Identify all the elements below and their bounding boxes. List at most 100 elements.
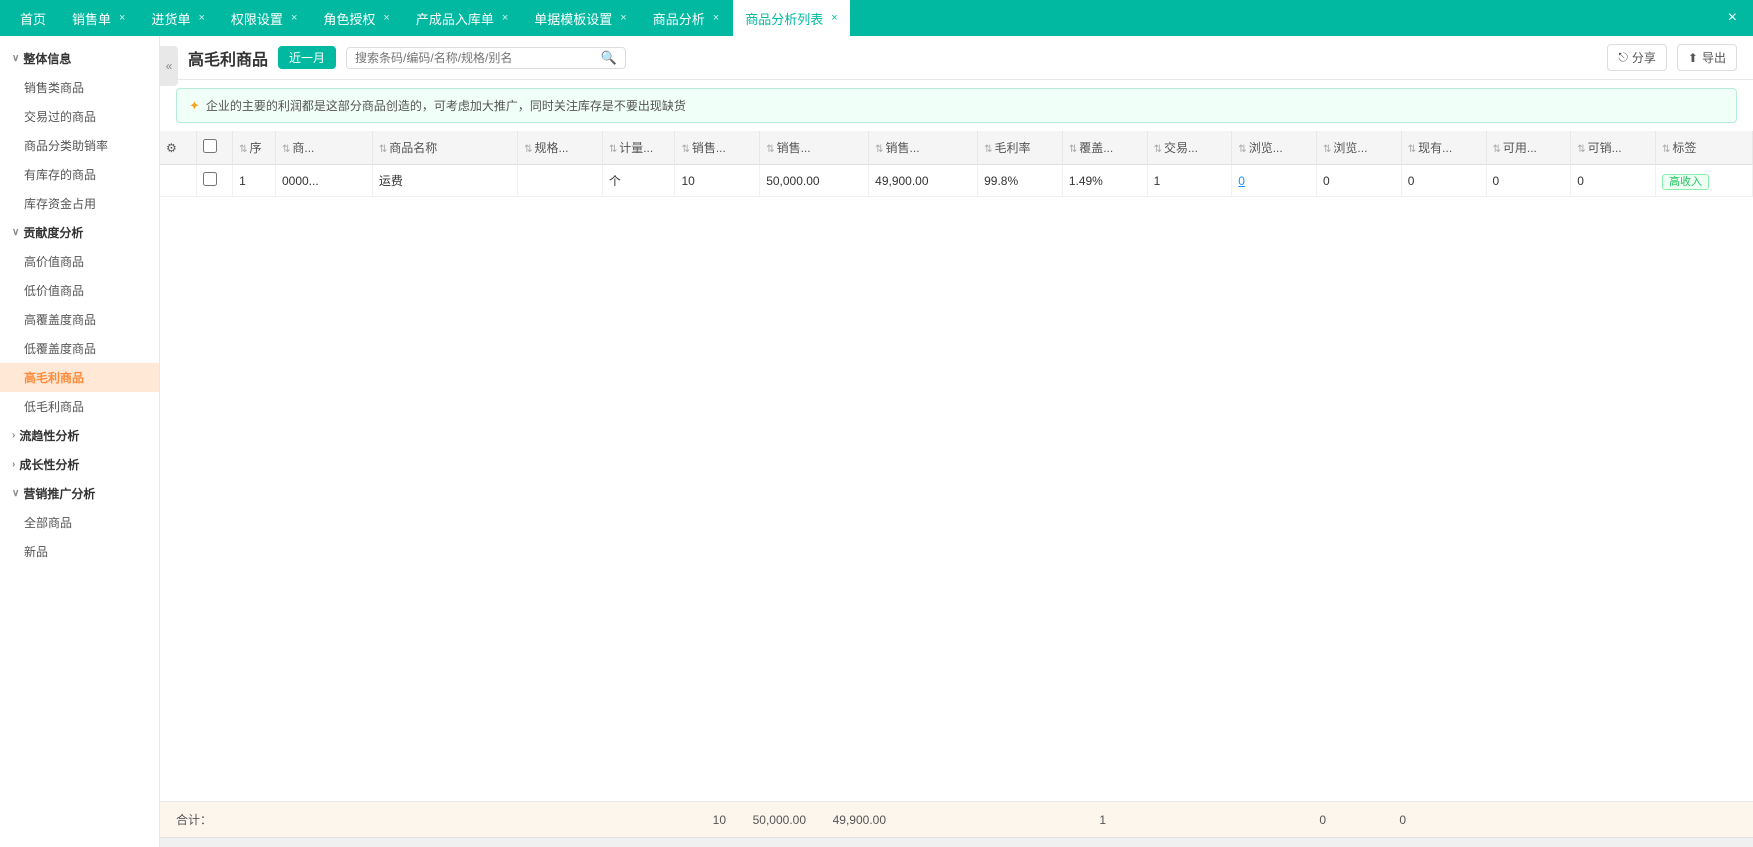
footer-sale-amount: 50,000.00 bbox=[732, 813, 812, 827]
share-button[interactable]: ⎋ 分享 bbox=[1607, 44, 1667, 71]
row-sale-profit: 49,900.00 bbox=[869, 165, 978, 197]
sidebar-item-sales-goods[interactable]: 销售类商品 bbox=[0, 73, 159, 102]
column-gear[interactable]: ⚙ bbox=[160, 131, 196, 165]
sidebar-item-all-goods[interactable]: 全部商品 bbox=[0, 508, 159, 537]
sidebar-item-high-value[interactable]: 高价值商品 bbox=[0, 247, 159, 276]
column-spec[interactable]: ⇅规格... bbox=[518, 131, 603, 165]
footer-label: 合计： bbox=[176, 811, 212, 828]
nav-tab-sales[interactable]: 销售单 × bbox=[60, 0, 137, 36]
export-button[interactable]: ⬆ 导出 bbox=[1677, 44, 1737, 71]
column-sale-qty[interactable]: ⇅销售... bbox=[675, 131, 760, 165]
nav-tab-analysis-close[interactable]: × bbox=[713, 12, 719, 24]
page-title: 高毛利商品 bbox=[188, 46, 268, 70]
nav-tab-sales-close[interactable]: × bbox=[119, 12, 125, 24]
row-current-stock: 0 bbox=[1401, 165, 1486, 197]
column-browse1[interactable]: ⇅浏览... bbox=[1232, 131, 1317, 165]
sidebar-item-traded-goods[interactable]: 交易过的商品 bbox=[0, 102, 159, 131]
sidebar-item-category-sales-rate[interactable]: 商品分类助销率 bbox=[0, 131, 159, 160]
content-header: 高毛利商品 近一月 🔍 ⎋ 分享 ⬆ 导出 bbox=[160, 36, 1753, 80]
table-body: 1 0000... 运费 个 10 50,000.00 49,900.00 99… bbox=[160, 165, 1753, 197]
column-coverage[interactable]: ⇅覆盖... bbox=[1062, 131, 1147, 165]
column-browse2[interactable]: ⇅浏览... bbox=[1317, 131, 1402, 165]
gear-icon[interactable]: ⚙ bbox=[166, 141, 177, 155]
column-gross-margin[interactable]: ⇅毛利率 bbox=[978, 131, 1063, 165]
main-layout: ∨ 整体信息 销售类商品 交易过的商品 商品分类助销率 有库存的商品 库存资金占… bbox=[0, 36, 1753, 847]
top-nav: 首页 销售单 × 进货单 × 权限设置 × 角色授权 × 产成品入库单 × 单据… bbox=[0, 0, 1753, 36]
row-index: 1 bbox=[233, 165, 276, 197]
window-close-button[interactable]: × bbox=[1720, 9, 1745, 27]
search-box: 🔍 bbox=[346, 47, 626, 69]
nav-tab-permission-close[interactable]: × bbox=[291, 12, 297, 24]
sidebar-item-stock-capital[interactable]: 库存资金占用 bbox=[0, 189, 159, 218]
sidebar-collapse-button[interactable]: « bbox=[160, 46, 178, 86]
bottom-scrollbar[interactable] bbox=[160, 837, 1753, 847]
sidebar-item-high-coverage[interactable]: 高覆盖度商品 bbox=[0, 305, 159, 334]
sidebar-group-trend[interactable]: › 流趋性分析 bbox=[0, 421, 159, 450]
nav-tab-product-close[interactable]: × bbox=[502, 12, 508, 24]
column-sale-profit[interactable]: ⇅销售... bbox=[869, 131, 978, 165]
sidebar-item-high-margin[interactable]: 高毛利商品 bbox=[0, 363, 159, 392]
chevron-down-icon-2: ∨ bbox=[12, 227, 19, 238]
column-saleable-stock[interactable]: ⇅可销... bbox=[1571, 131, 1656, 165]
nav-tab-product[interactable]: 产成品入库单 × bbox=[404, 0, 520, 36]
select-all-checkbox[interactable] bbox=[203, 139, 217, 153]
sidebar-item-low-margin[interactable]: 低毛利商品 bbox=[0, 392, 159, 421]
column-current-stock[interactable]: ⇅现有... bbox=[1401, 131, 1486, 165]
sidebar-group-contribution[interactable]: ∨ 贡献度分析 bbox=[0, 218, 159, 247]
column-trade[interactable]: ⇅交易... bbox=[1147, 131, 1232, 165]
row-sale-amount: 50,000.00 bbox=[760, 165, 869, 197]
nav-tab-purchase[interactable]: 进货单 × bbox=[139, 0, 216, 36]
column-sale-amount[interactable]: ⇅销售... bbox=[760, 131, 869, 165]
export-icon: ⬆ bbox=[1688, 51, 1698, 65]
sidebar-item-low-coverage[interactable]: 低覆盖度商品 bbox=[0, 334, 159, 363]
nav-tab-template-close[interactable]: × bbox=[620, 12, 626, 24]
row-select-checkbox[interactable] bbox=[203, 172, 217, 186]
data-table: ⚙ ⇅序 ⇅商... ⇅商品名称 bbox=[160, 131, 1753, 197]
nav-tab-role-close[interactable]: × bbox=[383, 12, 389, 24]
table-row: 1 0000... 运费 个 10 50,000.00 49,900.00 99… bbox=[160, 165, 1753, 197]
nav-tab-analysis[interactable]: 商品分析 × bbox=[641, 0, 731, 36]
sidebar-item-new-goods[interactable]: 新品 bbox=[0, 537, 159, 566]
row-name: 运费 bbox=[372, 165, 517, 197]
column-unit[interactable]: ⇅计量... bbox=[602, 131, 675, 165]
row-gear bbox=[160, 165, 196, 197]
sidebar-item-low-value[interactable]: 低价值商品 bbox=[0, 276, 159, 305]
row-browse1[interactable]: 0 bbox=[1232, 165, 1317, 197]
row-gross-margin: 99.8% bbox=[978, 165, 1063, 197]
column-tag[interactable]: ⇅标签 bbox=[1655, 131, 1752, 165]
nav-tab-permission[interactable]: 权限设置 × bbox=[219, 0, 309, 36]
nav-tab-home[interactable]: 首页 bbox=[8, 0, 58, 36]
footer-sale-qty: 10 bbox=[652, 813, 732, 827]
sidebar-group-growth[interactable]: › 成长性分析 bbox=[0, 450, 159, 479]
chevron-right-icon: › bbox=[12, 430, 15, 441]
search-input[interactable] bbox=[355, 51, 597, 65]
chevron-down-icon-3: ∨ bbox=[12, 488, 19, 499]
footer-trade: 1 bbox=[1032, 813, 1112, 827]
time-filter-recent-month[interactable]: 近一月 bbox=[278, 46, 336, 69]
content-area: « 高毛利商品 近一月 🔍 ⎋ 分享 ⬆ 导出 ✦ 企业的主要的利润都是这部分商… bbox=[160, 36, 1753, 847]
nav-tab-purchase-close[interactable]: × bbox=[198, 12, 204, 24]
table-container[interactable]: ⚙ ⇅序 ⇅商... ⇅商品名称 bbox=[160, 131, 1753, 801]
table-footer: 合计： 10 50,000.00 49,900.00 1 0 0 bbox=[160, 801, 1753, 837]
column-available-stock[interactable]: ⇅可用... bbox=[1486, 131, 1571, 165]
footer-available-stock: 0 bbox=[1332, 813, 1412, 827]
nav-tab-analysis-list-close[interactable]: × bbox=[831, 12, 837, 24]
table-header-row: ⚙ ⇅序 ⇅商... ⇅商品名称 bbox=[160, 131, 1753, 165]
sidebar: ∨ 整体信息 销售类商品 交易过的商品 商品分类助销率 有库存的商品 库存资金占… bbox=[0, 36, 160, 847]
column-name[interactable]: ⇅商品名称 bbox=[372, 131, 517, 165]
row-tag: 高收入 bbox=[1655, 165, 1752, 197]
row-checkbox[interactable] bbox=[196, 165, 232, 197]
sidebar-group-overview[interactable]: ∨ 整体信息 bbox=[0, 44, 159, 73]
sidebar-item-in-stock[interactable]: 有库存的商品 bbox=[0, 160, 159, 189]
search-icon[interactable]: 🔍 bbox=[601, 50, 617, 66]
column-checkbox[interactable] bbox=[196, 131, 232, 165]
row-trade: 1 bbox=[1147, 165, 1232, 197]
column-code[interactable]: ⇅商... bbox=[275, 131, 372, 165]
chevron-right-icon-2: › bbox=[12, 459, 15, 470]
nav-tab-template[interactable]: 单据模板设置 × bbox=[522, 0, 638, 36]
row-code: 0000... bbox=[275, 165, 372, 197]
nav-tab-analysis-list[interactable]: 商品分析列表 × bbox=[733, 0, 849, 36]
sidebar-group-marketing[interactable]: ∨ 营销推广分析 bbox=[0, 479, 159, 508]
nav-tab-role[interactable]: 角色授权 × bbox=[311, 0, 401, 36]
share-icon: ⎋ bbox=[1618, 50, 1628, 65]
